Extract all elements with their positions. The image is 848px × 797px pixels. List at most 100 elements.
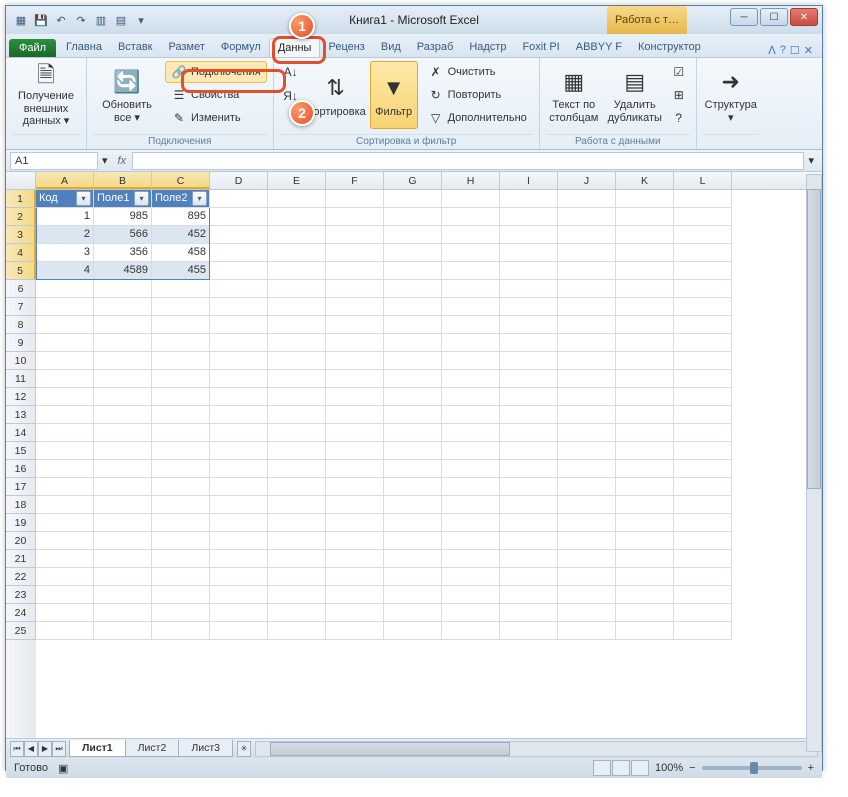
page-break-view-button[interactable]	[631, 760, 649, 776]
cell[interactable]	[152, 334, 210, 352]
cell[interactable]	[558, 622, 616, 640]
cell[interactable]	[442, 262, 500, 280]
cell[interactable]	[442, 442, 500, 460]
cell[interactable]	[616, 316, 674, 334]
cell[interactable]	[616, 388, 674, 406]
cell[interactable]	[500, 244, 558, 262]
cell[interactable]	[616, 370, 674, 388]
cell[interactable]	[384, 316, 442, 334]
cell[interactable]	[674, 532, 732, 550]
cell[interactable]	[94, 352, 152, 370]
cell[interactable]	[36, 550, 94, 568]
name-box[interactable]: A1	[10, 152, 98, 170]
cell[interactable]: 458	[152, 244, 210, 262]
horizontal-scrollbar[interactable]	[255, 741, 818, 757]
col-header-L[interactable]: L	[674, 172, 732, 189]
cell[interactable]: 985	[94, 208, 152, 226]
cell[interactable]	[500, 478, 558, 496]
cell[interactable]	[152, 586, 210, 604]
clear-filter-button[interactable]: ✗Очистить	[422, 61, 533, 83]
cell[interactable]	[36, 442, 94, 460]
cell[interactable]	[210, 352, 268, 370]
zoom-level[interactable]: 100%	[655, 762, 683, 774]
vscroll-thumb[interactable]	[807, 189, 821, 489]
cell[interactable]	[268, 622, 326, 640]
cell[interactable]	[326, 586, 384, 604]
row-header-21[interactable]: 21	[6, 550, 36, 568]
cell[interactable]	[442, 424, 500, 442]
cell[interactable]	[442, 334, 500, 352]
cell[interactable]	[36, 352, 94, 370]
cell[interactable]	[616, 460, 674, 478]
cell[interactable]	[674, 622, 732, 640]
filter-button[interactable]: ▼ Фильтр	[370, 61, 418, 129]
row-header-22[interactable]: 22	[6, 568, 36, 586]
cell[interactable]	[268, 262, 326, 280]
cell[interactable]	[94, 406, 152, 424]
cell[interactable]	[152, 298, 210, 316]
cell[interactable]	[442, 190, 500, 208]
cell[interactable]	[326, 550, 384, 568]
cell[interactable]	[268, 478, 326, 496]
sheet-nav-first-icon[interactable]: ⏮	[10, 741, 24, 757]
expand-formula-icon[interactable]: ▾	[804, 154, 818, 167]
cell[interactable]	[616, 208, 674, 226]
cell[interactable]	[152, 406, 210, 424]
cell[interactable]	[674, 388, 732, 406]
cell[interactable]	[558, 496, 616, 514]
cell[interactable]: 895	[152, 208, 210, 226]
tab-формул[interactable]: Формул	[213, 38, 269, 57]
cell[interactable]	[500, 622, 558, 640]
tab-разраб[interactable]: Разраб	[409, 38, 462, 57]
sheet-nav-last-icon[interactable]: ⏭	[52, 741, 66, 757]
cell[interactable]	[384, 514, 442, 532]
row-header-12[interactable]: 12	[6, 388, 36, 406]
cell[interactable]	[674, 352, 732, 370]
cell[interactable]: 2	[36, 226, 94, 244]
cell[interactable]	[210, 262, 268, 280]
cell[interactable]	[268, 316, 326, 334]
cell[interactable]	[500, 568, 558, 586]
cell[interactable]	[674, 334, 732, 352]
cell[interactable]	[210, 370, 268, 388]
col-header-G[interactable]: G	[384, 172, 442, 189]
cell[interactable]	[558, 244, 616, 262]
cell[interactable]	[152, 622, 210, 640]
cell[interactable]	[442, 532, 500, 550]
cell[interactable]	[616, 424, 674, 442]
cell[interactable]	[268, 586, 326, 604]
cell[interactable]	[616, 442, 674, 460]
cell[interactable]	[94, 622, 152, 640]
new-sheet-button[interactable]: ✳	[237, 741, 251, 757]
cell[interactable]	[442, 478, 500, 496]
vertical-scrollbar[interactable]	[806, 174, 822, 752]
cell[interactable]	[616, 514, 674, 532]
cell[interactable]	[558, 568, 616, 586]
row-header-9[interactable]: 9	[6, 334, 36, 352]
zoom-slider[interactable]	[702, 766, 802, 770]
cell[interactable]	[558, 388, 616, 406]
remove-duplicates-button[interactable]: ▤ Удалить дубликаты	[606, 61, 664, 129]
cell[interactable]	[500, 208, 558, 226]
cell[interactable]	[558, 298, 616, 316]
cell[interactable]	[616, 406, 674, 424]
cell[interactable]	[500, 298, 558, 316]
cell[interactable]	[442, 406, 500, 424]
outline-button[interactable]: ➜ Структура ▾	[703, 61, 759, 129]
row-header-13[interactable]: 13	[6, 406, 36, 424]
cell[interactable]	[500, 604, 558, 622]
cell[interactable]	[152, 352, 210, 370]
cell[interactable]	[442, 514, 500, 532]
cell[interactable]: 455	[152, 262, 210, 280]
cell[interactable]	[210, 190, 268, 208]
row-header-15[interactable]: 15	[6, 442, 36, 460]
col-header-K[interactable]: K	[616, 172, 674, 189]
cell[interactable]	[94, 550, 152, 568]
sort-button[interactable]: ⇅ Сортировка	[306, 61, 366, 129]
cell[interactable]	[616, 334, 674, 352]
cell[interactable]	[36, 568, 94, 586]
advanced-filter-button[interactable]: ▽Дополнительно	[422, 107, 533, 129]
cell[interactable]	[210, 586, 268, 604]
cell[interactable]	[268, 532, 326, 550]
cell[interactable]	[500, 586, 558, 604]
